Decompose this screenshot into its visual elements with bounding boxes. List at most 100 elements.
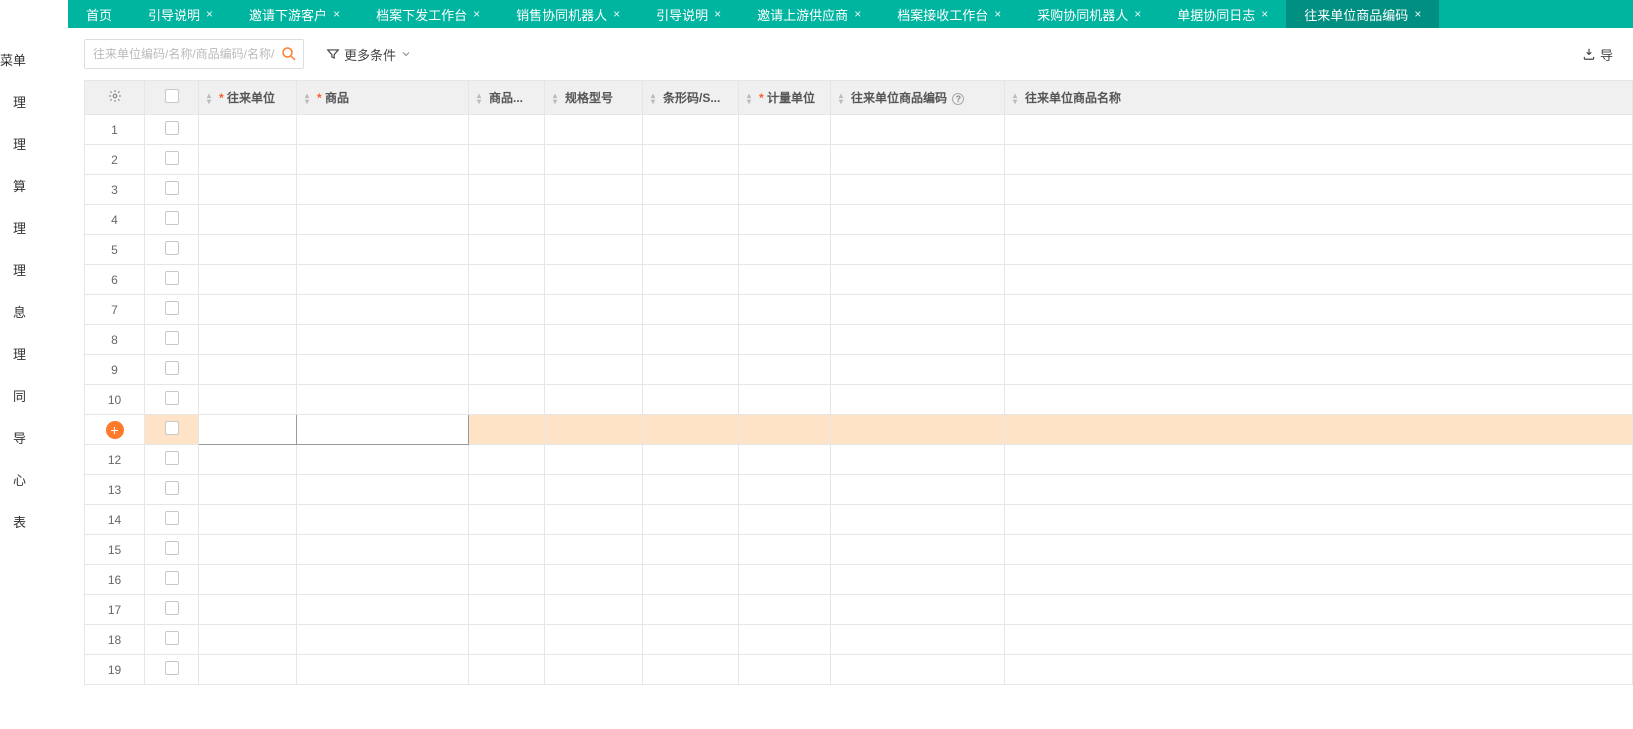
cell-meas[interactable]: [739, 565, 831, 595]
table-row[interactable]: 13: [85, 475, 1633, 505]
cell-unit[interactable]: [199, 505, 297, 535]
row-checkbox[interactable]: [165, 211, 179, 225]
cell-name[interactable]: [1005, 535, 1633, 565]
cell-bar[interactable]: [643, 505, 739, 535]
more-filters-button[interactable]: 更多条件: [326, 45, 412, 64]
cell-spec[interactable]: [545, 595, 643, 625]
cell-meas[interactable]: [739, 445, 831, 475]
close-icon[interactable]: ×: [1261, 7, 1268, 21]
sidebar-item-9[interactable]: 导: [0, 418, 28, 460]
cell-unit[interactable]: [199, 385, 297, 415]
cell-prod[interactable]: [297, 295, 469, 325]
cell-prod2[interactable]: [469, 115, 545, 145]
sidebar-item-1[interactable]: 理: [0, 82, 28, 124]
cell-bar[interactable]: [643, 265, 739, 295]
cell-spec[interactable]: [545, 325, 643, 355]
cell-spec[interactable]: [545, 235, 643, 265]
close-icon[interactable]: ×: [994, 7, 1001, 21]
cell-unit[interactable]: [199, 625, 297, 655]
table-row[interactable]: 9: [85, 355, 1633, 385]
cell-meas[interactable]: [739, 295, 831, 325]
cell-spec[interactable]: [545, 445, 643, 475]
cell-name[interactable]: [1005, 475, 1633, 505]
cell-code[interactable]: [831, 475, 1005, 505]
cell-prod[interactable]: [297, 385, 469, 415]
cell-code[interactable]: [831, 445, 1005, 475]
close-icon[interactable]: ×: [714, 7, 721, 21]
table-row[interactable]: 12: [85, 445, 1633, 475]
table-row[interactable]: 16: [85, 565, 1633, 595]
col-unit[interactable]: * 往来单位: [199, 81, 297, 115]
cell-code[interactable]: [831, 565, 1005, 595]
cell-bar[interactable]: [643, 595, 739, 625]
cell-name[interactable]: [1005, 205, 1633, 235]
cell-prod[interactable]: [297, 505, 469, 535]
cell-bar[interactable]: [643, 415, 739, 445]
cell-meas[interactable]: [739, 505, 831, 535]
table-row[interactable]: 15: [85, 535, 1633, 565]
cell-spec[interactable]: [545, 475, 643, 505]
table-row[interactable]: 18: [85, 625, 1633, 655]
cell-bar[interactable]: [643, 535, 739, 565]
cell-unit[interactable]: [199, 235, 297, 265]
cell-spec[interactable]: [545, 355, 643, 385]
row-checkbox[interactable]: [165, 511, 179, 525]
table-row[interactable]: 19: [85, 655, 1633, 685]
row-checkbox[interactable]: [165, 631, 179, 645]
tab-5[interactable]: 引导说明×: [638, 0, 739, 28]
search-icon[interactable]: [280, 45, 298, 63]
cell-meas[interactable]: [739, 385, 831, 415]
sidebar-item-2[interactable]: 理: [0, 124, 28, 166]
table-row[interactable]: 1: [85, 115, 1633, 145]
col-bar[interactable]: 条形码/S...: [643, 81, 739, 115]
cell-prod2[interactable]: [469, 505, 545, 535]
cell-bar[interactable]: [643, 655, 739, 685]
cell-code[interactable]: [831, 295, 1005, 325]
cell-code[interactable]: [831, 325, 1005, 355]
table-row[interactable]: 17: [85, 595, 1633, 625]
cell-prod2[interactable]: [469, 625, 545, 655]
gear-icon[interactable]: [108, 89, 122, 103]
cell-prod2[interactable]: [469, 475, 545, 505]
cell-prod[interactable]: [297, 265, 469, 295]
cell-prod2[interactable]: [469, 265, 545, 295]
cell-name[interactable]: [1005, 145, 1633, 175]
cell-spec[interactable]: [545, 295, 643, 325]
cell-name[interactable]: [1005, 235, 1633, 265]
table-row[interactable]: 2: [85, 145, 1633, 175]
close-icon[interactable]: ×: [1414, 7, 1421, 21]
sidebar-item-4[interactable]: 理: [0, 208, 28, 250]
sidebar-item-8[interactable]: 同: [0, 376, 28, 418]
cell-name[interactable]: [1005, 505, 1633, 535]
sidebar-item-10[interactable]: 心: [0, 460, 28, 502]
row-checkbox[interactable]: [165, 421, 179, 435]
table-row[interactable]: 3: [85, 175, 1633, 205]
row-checkbox[interactable]: [165, 451, 179, 465]
cell-bar[interactable]: [643, 235, 739, 265]
help-icon[interactable]: ?: [952, 93, 964, 105]
cell-unit[interactable]: [199, 115, 297, 145]
cell-unit[interactable]: [199, 175, 297, 205]
cell-prod2[interactable]: [469, 145, 545, 175]
cell-unit[interactable]: [199, 595, 297, 625]
cell-code[interactable]: [831, 655, 1005, 685]
cell-meas[interactable]: [739, 205, 831, 235]
cell-prod[interactable]: [297, 205, 469, 235]
cell-bar[interactable]: [643, 295, 739, 325]
table-scroll[interactable]: * 往来单位* 商品商品...规格型号条形码/S...* 计量单位往来单位商品编…: [84, 80, 1633, 729]
cell-name[interactable]: [1005, 115, 1633, 145]
cell-prod[interactable]: [297, 145, 469, 175]
cell-code[interactable]: [831, 535, 1005, 565]
cell-meas[interactable]: [739, 655, 831, 685]
cell-name[interactable]: [1005, 565, 1633, 595]
cell-prod2[interactable]: [469, 235, 545, 265]
row-checkbox[interactable]: [165, 601, 179, 615]
cell-prod[interactable]: [297, 655, 469, 685]
cell-bar[interactable]: [643, 385, 739, 415]
row-checkbox[interactable]: [165, 541, 179, 555]
search-input[interactable]: [84, 39, 304, 69]
close-icon[interactable]: ×: [613, 7, 620, 21]
cell-meas[interactable]: [739, 115, 831, 145]
cell-code[interactable]: [831, 115, 1005, 145]
cell-meas[interactable]: [739, 625, 831, 655]
